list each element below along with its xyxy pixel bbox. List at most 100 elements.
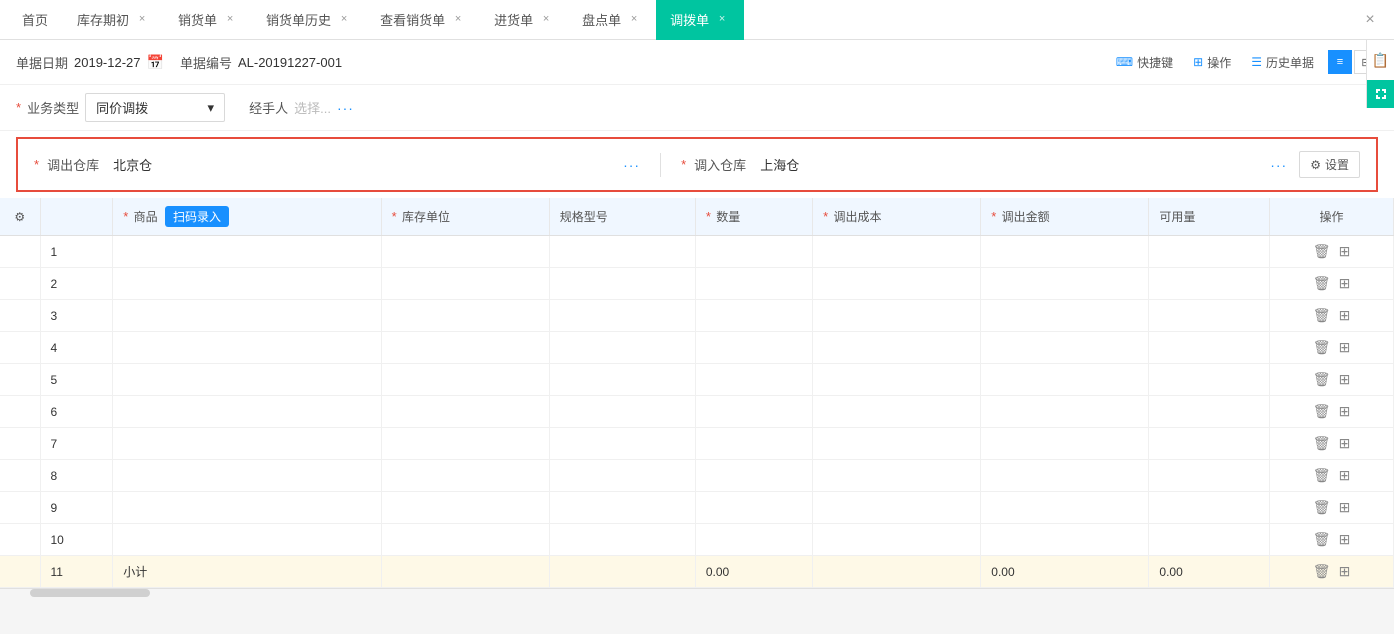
sidebar-notes-icon[interactable]: 📋 [1369,48,1393,72]
subtotal-copy-btn[interactable]: ⊞ [1339,563,1351,580]
row-delete-btn[interactable]: 🗑 [1313,339,1331,356]
row-op-cell: 🗑 ⊞ [1270,236,1394,268]
row-product-cell[interactable] [113,364,381,396]
tab-home[interactable]: 首页 [8,0,63,40]
out-warehouse-dots[interactable]: ··· [623,157,640,173]
tab-sales-order[interactable]: 销货单 × [164,0,252,40]
subtotal-delete-btn[interactable]: 🗑 [1313,563,1331,580]
biz-type-label: 业务类型 [27,98,79,117]
person-dots[interactable]: ··· [337,100,354,116]
row-available-cell [1149,492,1270,524]
out-required-star: * [34,157,39,172]
table-row: 9 🗑 ⊞ [0,492,1394,524]
tab-stocktake-close[interactable]: × [627,13,641,27]
scrollbar-thumb [30,589,150,597]
row-product-cell[interactable] [113,396,381,428]
tab-transfer-close[interactable]: × [715,13,729,27]
row-copy-btn[interactable]: ⊞ [1339,403,1351,420]
row-qty-cell[interactable] [695,428,812,460]
row-spec-cell [549,268,695,300]
tab-sales-history[interactable]: 销货单历史 × [252,0,366,40]
row-product-cell[interactable] [113,492,381,524]
row-cost-cell [813,236,981,268]
scrollbar-area[interactable] [0,588,1394,596]
th-product: * 商品 扫码录入 [113,198,381,236]
main-table: ⚙ * 商品 扫码录入 * 库存单位 规格型号 [0,198,1394,588]
tab-sales-history-close[interactable]: × [337,13,351,27]
row-copy-btn[interactable]: ⊞ [1339,499,1351,516]
row-qty-cell[interactable] [695,364,812,396]
tab-purchase[interactable]: 进货单 × [480,0,568,40]
row-no-cell: 4 [40,332,113,364]
row-gear-cell [0,460,40,492]
row-qty-cell[interactable] [695,332,812,364]
in-warehouse-label: 调入仓库 [694,155,746,174]
row-qty-cell[interactable] [695,236,812,268]
row-qty-cell[interactable] [695,300,812,332]
scan-btn[interactable]: 扫码录入 [165,206,229,227]
out-warehouse-field: * 调出仓库 北京仓 ··· [34,155,640,174]
row-copy-btn[interactable]: ⊞ [1339,531,1351,548]
row-product-cell[interactable] [113,332,381,364]
tab-inventory-init-close[interactable]: × [135,13,149,27]
sidebar-expand-icon[interactable] [1367,80,1394,108]
row-copy-btn[interactable]: ⊞ [1339,307,1351,324]
tab-stocktake[interactable]: 盘点单 × [568,0,656,40]
calendar-icon[interactable]: 📅 [147,54,164,71]
row-qty-cell[interactable] [695,396,812,428]
row-delete-btn[interactable]: 🗑 [1313,307,1331,324]
row-copy-btn[interactable]: ⊞ [1339,435,1351,452]
row-qty-cell[interactable] [695,492,812,524]
settings-btn[interactable]: ⚙ 设置 [1299,151,1360,178]
layout-list-btn[interactable]: ≡ [1328,50,1352,74]
row-qty-cell[interactable] [695,460,812,492]
row-spec-cell [549,396,695,428]
row-op-cell: 🗑 ⊞ [1270,524,1394,556]
tab-purchase-close[interactable]: × [539,13,553,27]
row-delete-btn[interactable]: 🗑 [1313,467,1331,484]
biz-type-chevron: ▾ [208,100,215,116]
row-no-cell: 3 [40,300,113,332]
operations-btn[interactable]: ⊞ 操作 [1187,52,1237,73]
tab-inventory-init[interactable]: 库存期初 × [63,0,164,40]
row-delete-btn[interactable]: 🗑 [1313,243,1331,260]
row-product-cell[interactable] [113,300,381,332]
tab-view-sales[interactable]: 查看销货单 × [366,0,480,40]
tab-bar-close-btn[interactable]: × [1354,4,1386,36]
row-delete-btn[interactable]: 🗑 [1313,371,1331,388]
row-gear-cell [0,524,40,556]
row-copy-btn[interactable]: ⊞ [1339,275,1351,292]
row-delete-btn[interactable]: 🗑 [1313,435,1331,452]
row-copy-btn[interactable]: ⊞ [1339,339,1351,356]
biz-type-select[interactable]: 同价调拨 ▾ [85,93,225,122]
row-product-cell[interactable] [113,236,381,268]
row-copy-btn[interactable]: ⊞ [1339,467,1351,484]
row-delete-btn[interactable]: 🗑 [1313,531,1331,548]
tab-transfer[interactable]: 调拨单 × [656,0,744,40]
row-delete-btn[interactable]: 🗑 [1313,275,1331,292]
row-product-cell[interactable] [113,428,381,460]
row-qty-cell[interactable] [695,524,812,556]
tab-sales-order-close[interactable]: × [223,13,237,27]
row-product-cell[interactable] [113,524,381,556]
row-spec-cell [549,364,695,396]
table-row: 4 🗑 ⊞ [0,332,1394,364]
row-copy-btn[interactable]: ⊞ [1339,243,1351,260]
th-gear[interactable]: ⚙ [0,198,40,236]
operations-label: 操作 [1207,54,1231,71]
row-qty-cell[interactable] [695,268,812,300]
row-amount-cell [981,396,1149,428]
th-spec: 规格型号 [549,198,695,236]
history-btn[interactable]: ☰ 历史单据 [1245,52,1320,73]
row-copy-btn[interactable]: ⊞ [1339,371,1351,388]
doc-field: 单据编号 AL-20191227-001 [180,53,342,72]
row-product-cell[interactable] [113,460,381,492]
row-product-cell[interactable] [113,268,381,300]
row-delete-btn[interactable]: 🗑 [1313,499,1331,516]
tab-transfer-label: 调拨单 [670,10,709,29]
person-placeholder[interactable]: 选择... [294,98,331,117]
shortcuts-btn[interactable]: ⌨ 快捷键 [1110,52,1179,73]
tab-view-sales-close[interactable]: × [451,13,465,27]
in-warehouse-dots[interactable]: ··· [1270,157,1287,173]
row-delete-btn[interactable]: 🗑 [1313,403,1331,420]
